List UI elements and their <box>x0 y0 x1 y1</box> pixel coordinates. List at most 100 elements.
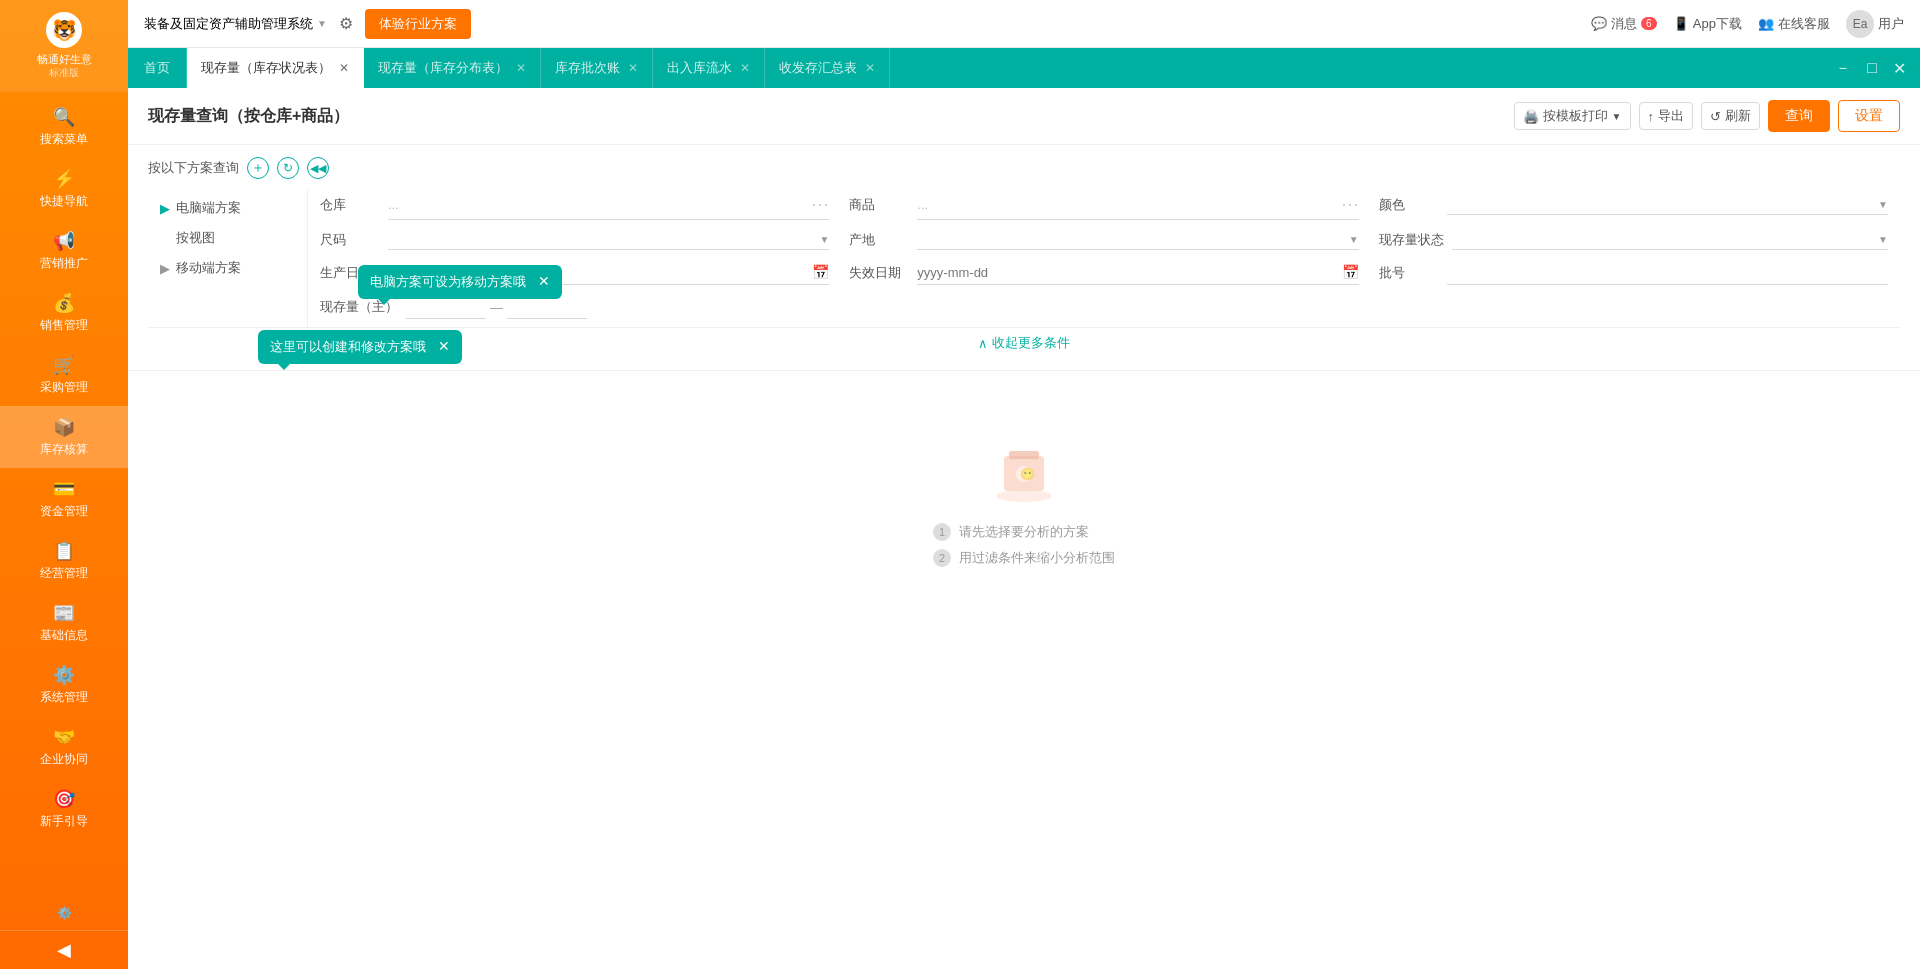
sidebar-item-finance[interactable]: 💳 资金管理 <box>0 468 128 530</box>
sidebar-item-purchase[interactable]: 🛒 采购管理 <box>0 344 128 406</box>
empty-steps: 1 请先选择要分析的方案 2 用过滤条件来缩小分析范围 <box>933 523 1115 567</box>
sidebar-item-label: 营销推广 <box>40 255 88 272</box>
reset-btn[interactable]: 设置 <box>1838 100 1900 132</box>
search-icon: 🔍 <box>53 106 75 128</box>
tooltip-close-btn[interactable]: ✕ <box>538 273 550 289</box>
empty-illustration: 😶 <box>984 431 1064 511</box>
dots-icon: ⋯ <box>1341 193 1359 215</box>
collapse-up-icon: ∧ <box>978 336 988 351</box>
tooltip-close-btn[interactable]: ✕ <box>438 338 450 354</box>
scheme-label: 电脑端方案 <box>176 199 241 217</box>
app-download-btn[interactable]: 📱 App下载 <box>1673 15 1742 33</box>
messages-btn[interactable]: 💬 消息 6 <box>1591 15 1657 33</box>
color-select[interactable]: ▼ <box>1447 195 1888 215</box>
warehouse-select[interactable]: ... ⋯ <box>388 189 829 220</box>
cooperation-icon: 🤝 <box>53 726 75 748</box>
sidebar-item-basic-info[interactable]: 📰 基础信息 <box>0 592 128 654</box>
user-btn[interactable]: Ea 用户 <box>1846 10 1904 38</box>
scheme-arrow-icon: ▶ <box>160 261 170 276</box>
tab-label: 现存量（库存分布表） <box>378 59 508 77</box>
tab-home[interactable]: 首页 <box>128 48 187 88</box>
scheme-item-mobile[interactable]: ▶ 移动端方案 <box>148 253 307 283</box>
support-btn[interactable]: 👥 在线客服 <box>1758 15 1830 33</box>
sidebar-item-label: 系统管理 <box>40 689 88 706</box>
query-btn[interactable]: 查询 <box>1768 100 1830 132</box>
sidebar-settings-btn[interactable]: ⚙️ <box>0 896 128 930</box>
header-actions: 💬 消息 6 📱 App下载 👥 在线客服 Ea 用户 <box>1591 10 1904 38</box>
collapse-icon: ◀ <box>57 939 71 961</box>
filter-section: 按以下方案查询 ＋ ↻ ◀◀ ▶ 电脑端方案 按视图 <box>128 145 1920 371</box>
dots-icon: ⋯ <box>811 193 829 215</box>
tab-in-out-flow[interactable]: 出入库流水 ✕ <box>653 48 765 88</box>
scheme-sub-label: 按视图 <box>176 229 215 247</box>
sidebar-item-inventory[interactable]: 📦 库存核算 <box>0 406 128 468</box>
scheme-arrow-icon: ▶ <box>160 201 170 216</box>
filter-exp-date: 失效日期 📅 <box>849 260 1358 285</box>
refresh-btn[interactable]: ↺ 刷新 <box>1701 102 1760 130</box>
print-btn[interactable]: 🖨️ 按模板打印 ▼ <box>1514 102 1631 130</box>
tab-inventory-dist[interactable]: 现存量（库存分布表） ✕ <box>364 48 541 88</box>
tab-close-icon[interactable]: ✕ <box>865 61 875 75</box>
sidebar-item-marketing[interactable]: 📢 营销推广 <box>0 220 128 282</box>
add-scheme-btn[interactable]: ＋ <box>247 157 269 179</box>
refresh-scheme-btn[interactable]: ↻ <box>277 157 299 179</box>
empty-step-1: 1 请先选择要分析的方案 <box>933 523 1115 541</box>
page-container: 现存量查询（按仓库+商品） 🖨️ 按模板打印 ▼ ↑ 导出 ↺ 刷新 <box>128 88 1920 969</box>
page-actions: 🖨️ 按模板打印 ▼ ↑ 导出 ↺ 刷新 查询 设置 <box>1514 100 1900 132</box>
tab-maximize-btn[interactable]: □ <box>1861 55 1883 81</box>
sidebar-item-quick-nav[interactable]: ⚡ 快捷导航 <box>0 158 128 220</box>
sidebar-item-system[interactable]: ⚙️ 系统管理 <box>0 654 128 716</box>
sidebar-item-management[interactable]: 📋 经营管理 <box>0 530 128 592</box>
filter-label: 按以下方案查询 <box>148 159 239 177</box>
basic-info-icon: 📰 <box>53 602 75 624</box>
tab-inventory-status[interactable]: 现存量（库存状况表） ✕ <box>187 48 364 88</box>
exp-date-input[interactable] <box>917 265 1337 280</box>
phone-icon: 📱 <box>1673 16 1689 31</box>
svg-point-0 <box>996 490 1052 502</box>
sidebar-item-label: 快捷导航 <box>40 193 88 210</box>
top-header: 装备及固定资产辅助管理系统 ▼ ⚙ 体验行业方案 💬 消息 6 📱 App下载 … <box>128 0 1920 48</box>
batch-input[interactable] <box>1447 261 1888 285</box>
sidebar-item-cooperation[interactable]: 🤝 企业协同 <box>0 716 128 778</box>
filter-main: ▶ 电脑端方案 按视图 ▶ 移动端方案 <box>148 189 1900 327</box>
sidebar-collapse-btn[interactable]: ◀ <box>0 930 128 969</box>
quick-nav-icon: ⚡ <box>53 168 75 190</box>
tab-close-all-btn[interactable]: ✕ <box>1887 55 1912 82</box>
sidebar-item-search[interactable]: 🔍 搜索菜单 <box>0 96 128 158</box>
scheme-sub-item[interactable]: 按视图 <box>148 223 307 253</box>
warehouse-label: 仓库 <box>320 196 380 214</box>
sidebar-item-guide[interactable]: 🎯 新手引导 <box>0 778 128 840</box>
settings-btn[interactable]: ⚙ <box>339 14 353 33</box>
settings-icon: ⚙️ <box>57 906 72 920</box>
stock-status-select[interactable]: ▼ <box>1452 230 1888 250</box>
tab-collect-summary[interactable]: 收发存汇总表 ✕ <box>765 48 890 88</box>
exp-date-label: 失效日期 <box>849 264 909 282</box>
experience-btn[interactable]: 体验行业方案 <box>365 9 471 39</box>
tab-label: 出入库流水 <box>667 59 732 77</box>
sidebar-item-label: 搜索菜单 <box>40 131 88 148</box>
tab-close-icon[interactable]: ✕ <box>339 61 349 75</box>
back-btn[interactable]: ◀◀ <box>307 157 329 179</box>
calendar-icon[interactable]: 📅 <box>1342 264 1359 280</box>
size-select[interactable]: ▼ <box>388 230 829 250</box>
tab-bar-end: － □ ✕ <box>1829 48 1920 88</box>
system-name-text: 装备及固定资产辅助管理系统 <box>144 15 313 33</box>
filter-row-2: 尺码 ▼ 产地 ▼ <box>320 230 1888 250</box>
tab-close-icon[interactable]: ✕ <box>516 61 526 75</box>
origin-select[interactable]: ▼ <box>917 230 1358 250</box>
tab-close-icon[interactable]: ✕ <box>740 61 750 75</box>
purchase-icon: 🛒 <box>53 354 75 376</box>
chevron-icon: ▼ <box>819 234 829 245</box>
tab-batch-account[interactable]: 库存批次账 ✕ <box>541 48 653 88</box>
scheme-item-pc[interactable]: ▶ 电脑端方案 <box>148 193 307 223</box>
scheme-panel: ▶ 电脑端方案 按视图 ▶ 移动端方案 <box>148 189 308 327</box>
system-name[interactable]: 装备及固定资产辅助管理系统 ▼ <box>144 15 327 33</box>
product-select[interactable]: ... ⋯ <box>917 189 1358 220</box>
chevron-down-icon: ▼ <box>1612 111 1622 122</box>
calendar-icon[interactable]: 📅 <box>812 264 829 280</box>
sidebar-item-sales[interactable]: 💰 销售管理 <box>0 282 128 344</box>
tab-close-icon[interactable]: ✕ <box>628 61 638 75</box>
export-btn[interactable]: ↑ 导出 <box>1639 102 1694 130</box>
message-badge: 6 <box>1641 17 1657 30</box>
tab-minimize-btn[interactable]: － <box>1829 54 1857 83</box>
